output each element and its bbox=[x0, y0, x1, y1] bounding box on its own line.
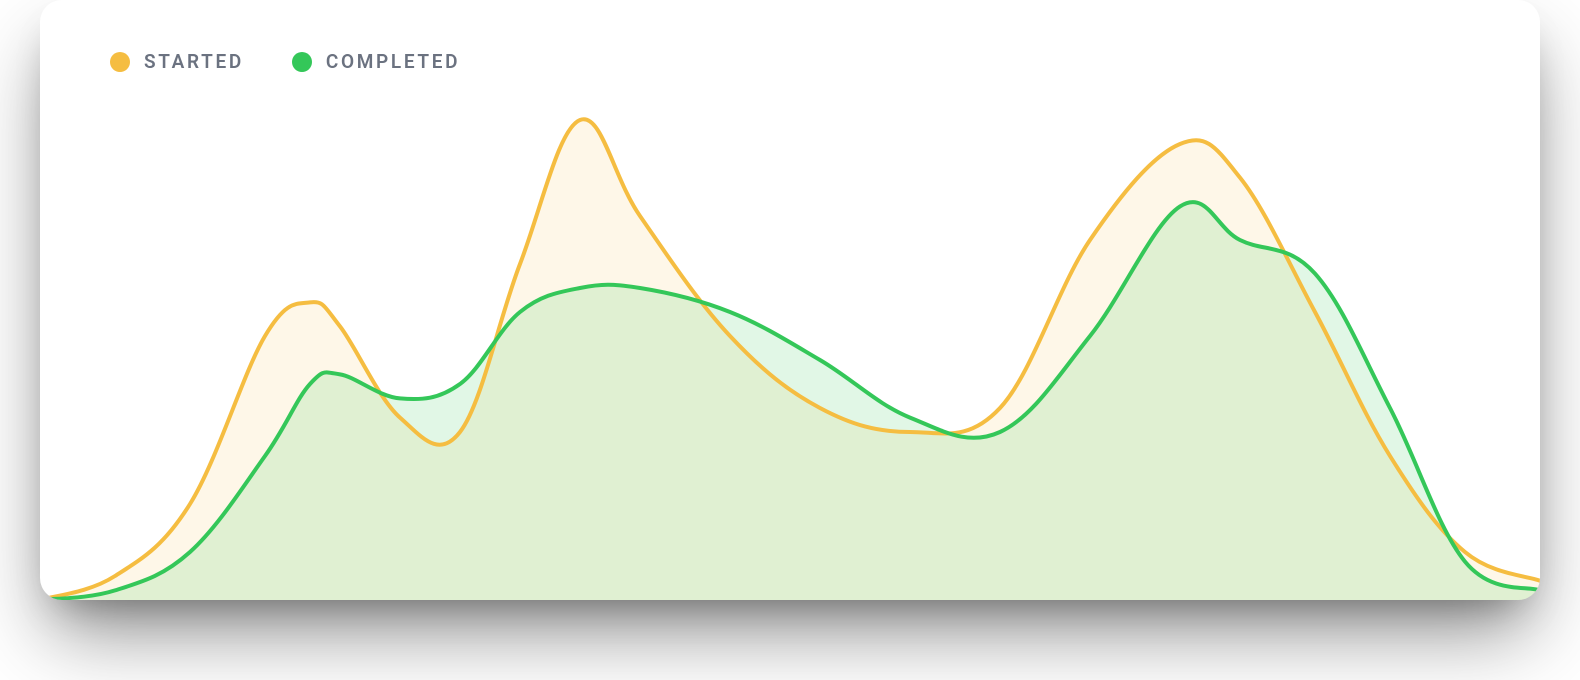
chart-card: STARTED COMPLETED bbox=[40, 0, 1540, 600]
chart-plot bbox=[40, 0, 1540, 600]
chart-svg bbox=[40, 0, 1540, 600]
